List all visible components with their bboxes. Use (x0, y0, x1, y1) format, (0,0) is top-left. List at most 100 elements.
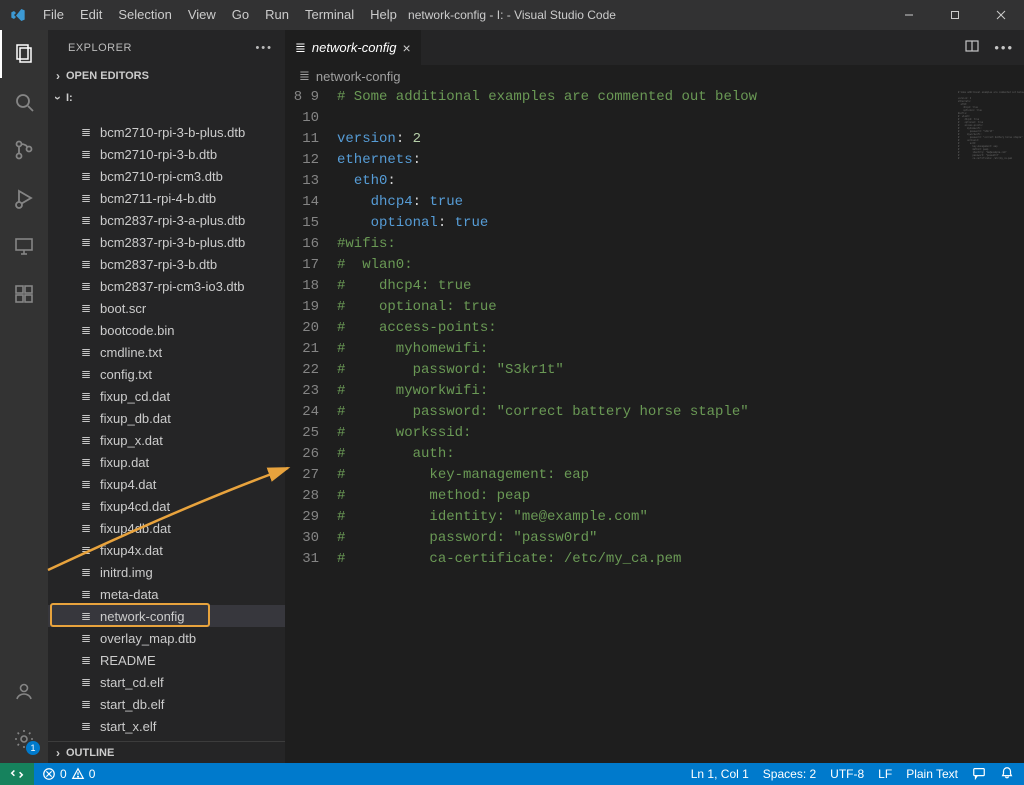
file-item[interactable]: fixup4cd.dat (48, 495, 285, 517)
menu-selection[interactable]: Selection (110, 0, 179, 30)
file-item[interactable]: start_db.elf (48, 693, 285, 715)
menu-bar: FileEditSelectionViewGoRunTerminalHelp (35, 0, 405, 30)
indentation-status[interactable]: Spaces: 2 (763, 767, 816, 781)
file-item[interactable]: fixup_db.dat (48, 407, 285, 429)
file-tree[interactable]: bcm2710-rpi-3-b-plus.dtbbcm2710-rpi-3-b.… (48, 109, 285, 741)
file-icon (78, 520, 94, 536)
split-editor-icon[interactable] (964, 38, 980, 57)
open-editors-section[interactable]: › OPEN EDITORS (48, 65, 285, 87)
language-mode[interactable]: Plain Text (906, 767, 958, 781)
code-editor[interactable]: 8 9 10 11 12 13 14 15 16 17 18 19 20 21 … (285, 87, 1024, 763)
file-label: start.elf (100, 741, 143, 742)
menu-help[interactable]: Help (362, 0, 405, 30)
file-label: bootcode.bin (100, 323, 174, 338)
file-item[interactable]: bootcode.bin (48, 319, 285, 341)
file-item[interactable]: bcm2837-rpi-3-b-plus.dtb (48, 231, 285, 253)
explorer-sidebar: EXPLORER ••• › OPEN EDITORS › I: bcm2710… (48, 30, 285, 763)
file-item[interactable]: bcm2837-rpi-3-a-plus.dtb (48, 209, 285, 231)
menu-go[interactable]: Go (224, 0, 257, 30)
feedback-icon[interactable] (972, 766, 986, 783)
source-control-activity-icon[interactable] (0, 126, 48, 174)
file-label: bcm2710-rpi-cm3.dtb (100, 169, 223, 184)
accounts-icon[interactable] (0, 667, 48, 715)
remote-indicator[interactable] (0, 763, 34, 785)
file-label: bcm2837-rpi-3-b.dtb (100, 257, 217, 272)
file-icon (78, 542, 94, 558)
explorer-more-icon[interactable]: ••• (255, 42, 273, 54)
file-item[interactable]: boot.scr (48, 297, 285, 319)
file-icon (78, 278, 94, 294)
search-activity-icon[interactable] (0, 78, 48, 126)
folder-root-section[interactable]: › I: (48, 87, 285, 109)
file-item[interactable]: fixup.dat (48, 451, 285, 473)
file-label: bcm2837-rpi-3-a-plus.dtb (100, 213, 245, 228)
code-content[interactable]: # Some additional examples are commented… (337, 87, 1024, 763)
breadcrumb[interactable]: ≣ network-config (285, 65, 1024, 87)
file-item[interactable]: bcm2837-rpi-cm3-io3.dtb (48, 275, 285, 297)
menu-view[interactable]: View (180, 0, 224, 30)
file-item[interactable]: fixup4.dat (48, 473, 285, 495)
file-item[interactable]: README (48, 649, 285, 671)
menu-terminal[interactable]: Terminal (297, 0, 362, 30)
problems-indicator[interactable]: 0 0 (34, 767, 103, 781)
file-label: bcm2837-rpi-3-b-plus.dtb (100, 235, 245, 250)
close-button[interactable] (978, 0, 1024, 30)
menu-file[interactable]: File (35, 0, 72, 30)
file-label: fixup_cd.dat (100, 389, 170, 404)
window-title: network-config - I: - Visual Studio Code (408, 8, 616, 22)
maximize-button[interactable] (932, 0, 978, 30)
file-item[interactable]: initrd.img (48, 561, 285, 583)
file-item[interactable]: bcm2711-rpi-4-b.dtb (48, 187, 285, 209)
settings-gear-icon[interactable]: 1 (0, 715, 48, 763)
eol-status[interactable]: LF (878, 767, 892, 781)
file-item[interactable]: bcm2837-rpi-3-b.dtb (48, 253, 285, 275)
remote-explorer-activity-icon[interactable] (0, 222, 48, 270)
file-label: README (100, 653, 156, 668)
activity-bar: 1 (0, 30, 48, 763)
file-icon (78, 718, 94, 734)
file-item[interactable]: start_x.elf (48, 715, 285, 737)
file-icon (78, 168, 94, 184)
minimap[interactable]: # Some additional examples are commented… (954, 87, 1024, 763)
file-item[interactable]: cmdline.txt (48, 341, 285, 363)
file-item[interactable]: config.txt (48, 363, 285, 385)
file-item[interactable]: bcm2710-rpi-cm3.dtb (48, 165, 285, 187)
settings-badge: 1 (26, 741, 40, 755)
menu-run[interactable]: Run (257, 0, 297, 30)
minimize-button[interactable] (886, 0, 932, 30)
explorer-activity-icon[interactable] (0, 30, 48, 78)
file-icon (78, 586, 94, 602)
file-item[interactable]: start_cd.elf (48, 671, 285, 693)
file-item[interactable]: fixup4x.dat (48, 539, 285, 561)
vscode-logo-icon (0, 7, 35, 23)
file-item[interactable]: meta-data (48, 583, 285, 605)
file-label: network-config (100, 609, 185, 624)
cursor-position[interactable]: Ln 1, Col 1 (691, 767, 749, 781)
file-item[interactable]: overlay_map.dtb (48, 627, 285, 649)
file-label: initrd.img (100, 565, 153, 580)
file-item[interactable]: fixup_x.dat (48, 429, 285, 451)
close-tab-icon[interactable]: × (402, 40, 410, 56)
breadcrumb-label: network-config (316, 69, 401, 84)
warning-count: 0 (89, 767, 96, 781)
file-item[interactable]: start.elf (48, 737, 285, 741)
tab-network-config[interactable]: ≣ network-config × (285, 30, 421, 65)
run-debug-activity-icon[interactable] (0, 174, 48, 222)
encoding-status[interactable]: UTF-8 (830, 767, 864, 781)
file-icon (78, 234, 94, 250)
file-item[interactable]: fixup_cd.dat (48, 385, 285, 407)
notifications-icon[interactable] (1000, 766, 1014, 783)
file-label: fixup4.dat (100, 477, 156, 492)
menu-edit[interactable]: Edit (72, 0, 110, 30)
more-actions-icon[interactable]: ••• (994, 40, 1014, 55)
outline-label: OUTLINE (66, 747, 114, 759)
file-item[interactable]: bcm2710-rpi-3-b.dtb (48, 143, 285, 165)
file-label: overlay_map.dtb (100, 631, 196, 646)
file-icon (78, 696, 94, 712)
file-item[interactable]: bcm2710-rpi-3-b-plus.dtb (48, 121, 285, 143)
extensions-activity-icon[interactable] (0, 270, 48, 318)
file-item[interactable]: network-config (48, 605, 285, 627)
file-label: start_cd.elf (100, 675, 164, 690)
outline-section[interactable]: › OUTLINE (48, 741, 285, 763)
file-item[interactable]: fixup4db.dat (48, 517, 285, 539)
